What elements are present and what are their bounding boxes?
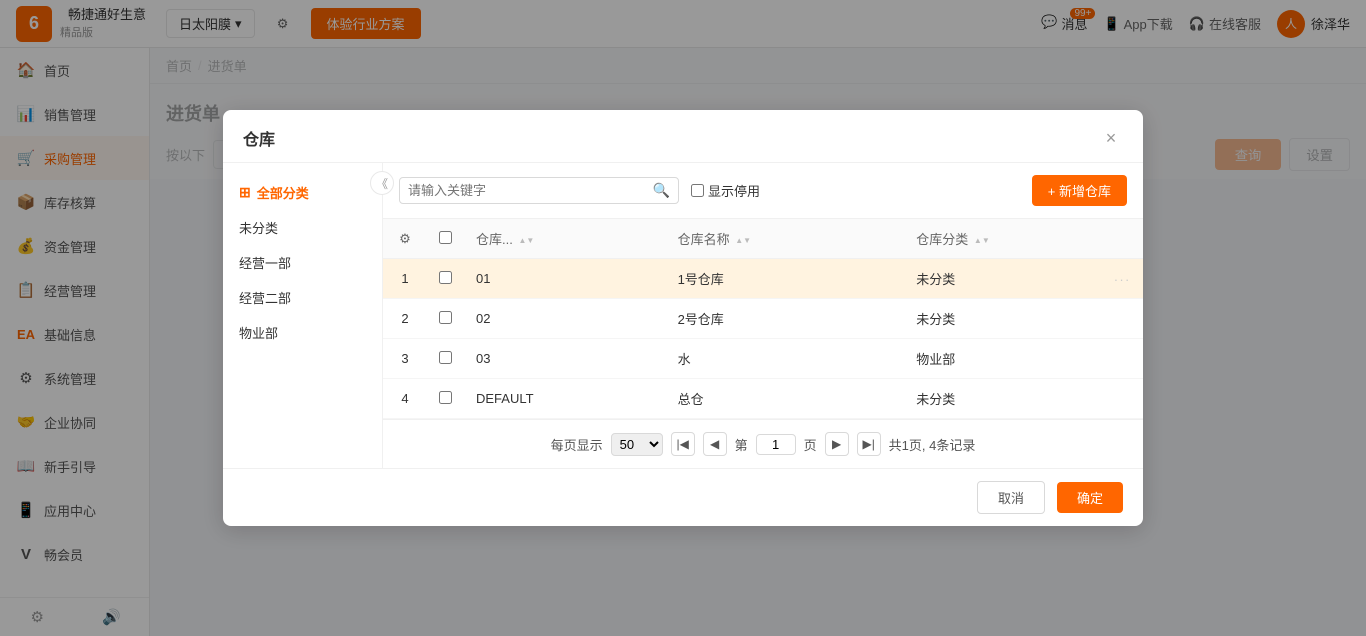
row-code-1: 01 bbox=[464, 259, 666, 299]
col-name-label: 仓库名称 bbox=[678, 232, 730, 247]
page-size-select[interactable]: 50 10 20 100 bbox=[611, 433, 663, 456]
col-header-check bbox=[427, 219, 464, 259]
sort-icon-code: ▲▼ bbox=[518, 236, 534, 245]
show-disabled-checkbox[interactable] bbox=[691, 184, 704, 197]
col-category-label: 仓库分类 bbox=[916, 232, 968, 247]
warehouse-table: ⚙ 仓库... ▲▼ 仓库名称 bbox=[383, 219, 1143, 419]
row-num-2: 2 bbox=[383, 299, 427, 339]
page-number-input[interactable] bbox=[756, 434, 796, 455]
row-check-4[interactable] bbox=[427, 379, 464, 419]
page-size-label: 每页显示 bbox=[551, 435, 603, 454]
col-header-name: 仓库名称 ▲▼ bbox=[666, 219, 905, 259]
gear-icon[interactable]: ⚙ bbox=[399, 231, 411, 246]
search-input-wrap[interactable]: 🔍 bbox=[399, 177, 679, 204]
table-row[interactable]: 2 02 2号仓库 未分类 bbox=[383, 299, 1143, 339]
cat-label-property: 物业部 bbox=[239, 323, 278, 342]
page-suffix: 页 bbox=[804, 435, 817, 454]
cat-label-unclassified: 未分类 bbox=[239, 218, 278, 237]
show-disabled-label: 显示停用 bbox=[708, 181, 760, 200]
confirm-button[interactable]: 确定 bbox=[1057, 482, 1123, 513]
modal-header: 仓库 × bbox=[223, 110, 1143, 163]
col-header-gear: ⚙ bbox=[383, 219, 427, 259]
row-check-3[interactable] bbox=[427, 339, 464, 379]
row-name-2: 2号仓库 bbox=[666, 299, 905, 339]
modal-toolbar: 🔍 显示停用 + 新增仓库 bbox=[383, 163, 1143, 219]
row-code-2: 02 bbox=[464, 299, 666, 339]
collapse-button[interactable]: 《 bbox=[370, 171, 394, 195]
col-code-label: 仓库... bbox=[476, 232, 513, 247]
cat-label-all: 全部分类 bbox=[257, 183, 309, 202]
new-warehouse-button[interactable]: + 新增仓库 bbox=[1032, 175, 1127, 206]
row-num-1: 1 bbox=[383, 259, 427, 299]
table-row[interactable]: 1 01 1号仓库 未分类 ... bbox=[383, 259, 1143, 299]
cat-item-ops2[interactable]: 经营二部 bbox=[223, 280, 382, 315]
row-num-3: 3 bbox=[383, 339, 427, 379]
cat-item-unclassified[interactable]: 未分类 bbox=[223, 210, 382, 245]
modal-category-sidebar: 《 ⊞ 全部分类 未分类 经营一部 经营二部 物业部 bbox=[223, 163, 383, 468]
row-num-4: 4 bbox=[383, 379, 427, 419]
cat-item-property[interactable]: 物业部 bbox=[223, 315, 382, 350]
cat-item-all[interactable]: ⊞ 全部分类 bbox=[223, 175, 382, 210]
table-row[interactable]: 4 DEFAULT 总仓 未分类 bbox=[383, 379, 1143, 419]
col-header-code: 仓库... ▲▼ bbox=[464, 219, 666, 259]
warehouse-modal: 仓库 × 《 ⊞ 全部分类 未分类 经营一部 经营二部 bbox=[223, 110, 1143, 526]
sort-icon-name: ▲▼ bbox=[735, 236, 751, 245]
pagination-bar: 每页显示 50 10 20 100 |◀ ◀ 第 页 ▶ ▶| 共1页, 4条记… bbox=[383, 419, 1143, 468]
col-header-category: 仓库分类 ▲▼ bbox=[904, 219, 1143, 259]
warehouse-table-wrap: ⚙ 仓库... ▲▼ 仓库名称 bbox=[383, 219, 1143, 419]
show-disabled-checkbox-label[interactable]: 显示停用 bbox=[691, 181, 760, 200]
cat-label-ops2: 经营二部 bbox=[239, 288, 291, 307]
page-last-button[interactable]: ▶| bbox=[857, 432, 881, 456]
sort-icon-category: ▲▼ bbox=[974, 236, 990, 245]
modal-close-button[interactable]: × bbox=[1099, 126, 1123, 150]
search-icon[interactable]: 🔍 bbox=[653, 182, 670, 199]
search-input[interactable] bbox=[408, 183, 653, 198]
modal-title: 仓库 bbox=[243, 126, 275, 150]
modal-overlay: 仓库 × 《 ⊞ 全部分类 未分类 经营一部 经营二部 bbox=[0, 0, 1366, 636]
cancel-button[interactable]: 取消 bbox=[977, 481, 1045, 514]
table-row[interactable]: 3 03 水 物业部 bbox=[383, 339, 1143, 379]
page-label: 第 bbox=[735, 435, 748, 454]
cat-label-ops1: 经营一部 bbox=[239, 253, 291, 272]
row-code-3: 03 bbox=[464, 339, 666, 379]
row-check-2[interactable] bbox=[427, 299, 464, 339]
row-category-4: 未分类 bbox=[904, 379, 1143, 419]
cat-item-ops1[interactable]: 经营一部 bbox=[223, 245, 382, 280]
grid-icon: ⊞ bbox=[239, 184, 251, 201]
total-info: 共1页, 4条记录 bbox=[889, 435, 976, 454]
modal-main-area: 🔍 显示停用 + 新增仓库 ⚙ bbox=[383, 163, 1143, 468]
row-actions-1[interactable]: ... bbox=[1114, 269, 1131, 284]
page-prev-button[interactable]: ◀ bbox=[703, 432, 727, 456]
page-first-button[interactable]: |◀ bbox=[671, 432, 695, 456]
select-all-checkbox[interactable] bbox=[439, 231, 452, 244]
page-next-button[interactable]: ▶ bbox=[825, 432, 849, 456]
modal-footer: 取消 确定 bbox=[223, 468, 1143, 526]
row-category-1: 未分类 ... bbox=[904, 259, 1143, 299]
row-check-1[interactable] bbox=[427, 259, 464, 299]
row-name-1: 1号仓库 bbox=[666, 259, 905, 299]
row-name-4: 总仓 bbox=[666, 379, 905, 419]
modal-body: 《 ⊞ 全部分类 未分类 经营一部 经营二部 物业部 bbox=[223, 163, 1143, 468]
row-code-4: DEFAULT bbox=[464, 379, 666, 419]
row-category-3: 物业部 bbox=[904, 339, 1143, 379]
row-name-3: 水 bbox=[666, 339, 905, 379]
row-category-2: 未分类 bbox=[904, 299, 1143, 339]
